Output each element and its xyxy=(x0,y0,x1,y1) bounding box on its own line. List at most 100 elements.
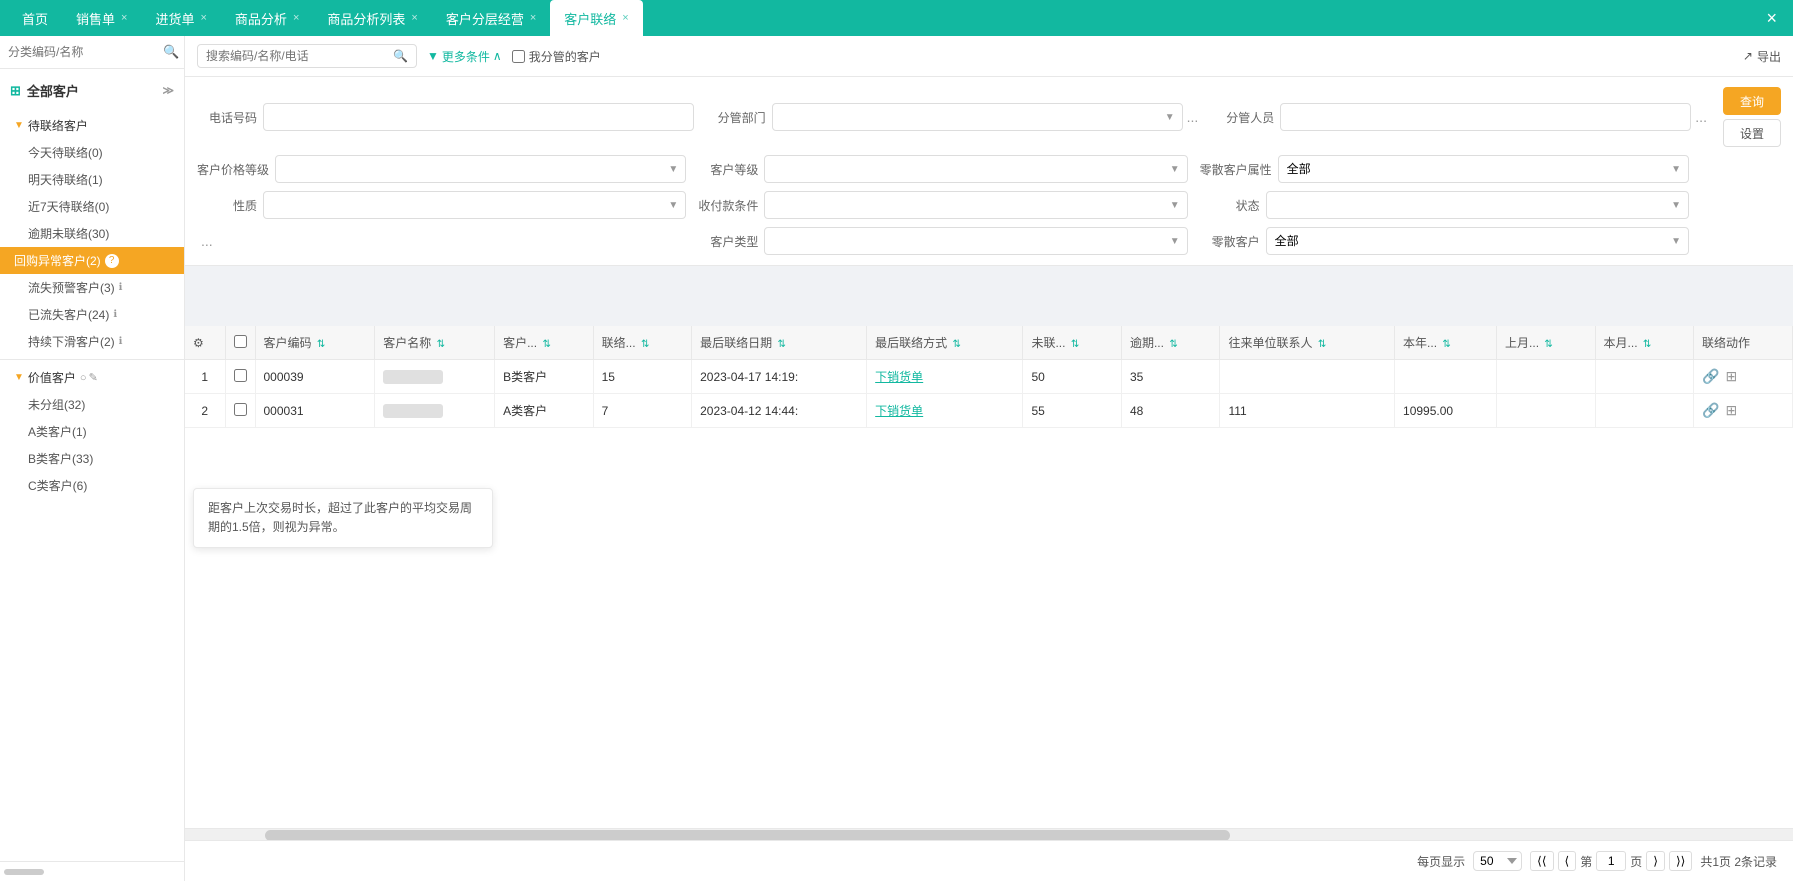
col-header-last-contact-method[interactable]: 最后联络方式 ⇅ xyxy=(867,326,1023,360)
nav-sales-order[interactable]: 销售单 × xyxy=(62,0,141,36)
more-filter-button[interactable]: ▼ 更多条件 ∧ xyxy=(427,48,502,65)
col-header-code[interactable]: 客户编码 ⇅ xyxy=(255,326,375,360)
close-icon[interactable]: × xyxy=(530,12,536,24)
sidebar-item-ungroups[interactable]: 未分组(32) xyxy=(0,391,184,418)
close-icon[interactable]: × xyxy=(200,12,206,24)
filter-customer-grade-select[interactable] xyxy=(764,155,1187,183)
col-header-overdue[interactable]: 逾期... ⇅ xyxy=(1121,326,1220,360)
nav-customer-segmentation[interactable]: 客户分层经营 × xyxy=(432,0,550,36)
chevron-icon: ∧ xyxy=(493,49,502,63)
filter-scatter-attr-select[interactable]: 全部 xyxy=(1278,155,1689,183)
settings-col-header[interactable]: ⚙ xyxy=(185,326,225,360)
filter-nature-select[interactable] xyxy=(263,191,686,219)
filter-status-select[interactable] xyxy=(1266,191,1689,219)
first-page-button[interactable]: ⟨⟨ xyxy=(1530,851,1553,871)
row-last-month xyxy=(1497,394,1596,428)
my-customers-filter[interactable]: 我分管的客户 xyxy=(512,48,601,65)
filter-manager: 分管人员 ... xyxy=(1214,103,1711,131)
nav-purchase-order[interactable]: 进货单 × xyxy=(141,0,220,36)
next-page-button[interactable]: ⟩ xyxy=(1646,851,1665,871)
row-select-checkbox[interactable] xyxy=(234,403,247,416)
prev-page-button[interactable]: ⟨ xyxy=(1558,851,1577,871)
export-button[interactable]: ↗ 导出 xyxy=(1743,48,1781,65)
sidebar-item-overdue-contact[interactable]: 逾期未联络(30) xyxy=(0,220,184,247)
sidebar-item-churned[interactable]: 已流失客户(24) ℹ xyxy=(0,301,184,328)
filter-manager-input[interactable] xyxy=(1280,103,1691,131)
setting-button[interactable]: 设置 xyxy=(1723,119,1781,147)
action-grid-icon[interactable]: ⊞ xyxy=(1725,402,1737,419)
my-customers-checkbox[interactable] xyxy=(512,50,525,63)
col-header-year-amount[interactable]: 本年... ⇅ xyxy=(1395,326,1497,360)
col-header-last-contact-date[interactable]: 最后联络日期 ⇅ xyxy=(692,326,867,360)
filter-payment-select[interactable] xyxy=(764,191,1187,219)
filter-scatter-customer-select[interactable]: 全部 xyxy=(1266,227,1689,255)
page-number-input[interactable] xyxy=(1596,851,1626,871)
query-button[interactable]: 查询 xyxy=(1723,87,1781,115)
action-icons: 🔗 ⊞ xyxy=(1702,402,1784,419)
nav-home[interactable]: 首页 xyxy=(8,0,62,36)
row-contact-count: 15 xyxy=(593,360,692,394)
close-icon[interactable]: × xyxy=(622,12,628,24)
page-text: 第 xyxy=(1580,853,1592,870)
horizontal-scrollbar[interactable] xyxy=(185,828,1793,840)
row-this-month xyxy=(1595,394,1694,428)
sidebar-item-today-contact[interactable]: 今天待联络(0) xyxy=(0,139,184,166)
sort-icon: ⇅ xyxy=(1318,339,1326,350)
filter-customer-type-select[interactable] xyxy=(764,227,1187,255)
last-page-button[interactable]: ⟩⟩ xyxy=(1669,851,1692,871)
sidebar-item-b-class[interactable]: B类客户(33) xyxy=(0,445,184,472)
row-overdue: 48 xyxy=(1121,394,1220,428)
row-no: 1 xyxy=(185,360,225,394)
close-icon[interactable]: × xyxy=(121,12,127,24)
search-input[interactable] xyxy=(206,49,389,63)
sidebar-item-abnormal-repurchase[interactable]: 回购异常客户(2) ? xyxy=(0,247,184,274)
row4-dots[interactable]: ... xyxy=(197,233,217,249)
row-actions: 🔗 ⊞ xyxy=(1694,394,1793,428)
action-link-icon[interactable]: 🔗 xyxy=(1702,402,1719,419)
sidebar-group-pending-contact[interactable]: ▼ 待联络客户 xyxy=(0,112,184,139)
close-icon[interactable]: × xyxy=(411,12,417,24)
sidebar-search-input[interactable] xyxy=(8,45,163,59)
col-header-contact-count[interactable]: 联络... ⇅ xyxy=(593,326,692,360)
window-close-button[interactable]: × xyxy=(1758,8,1785,29)
action-link-icon[interactable]: 🔗 xyxy=(1702,368,1719,385)
page-size-select[interactable]: 50 10 20 100 xyxy=(1473,851,1522,871)
sidebar-item-churn-warning[interactable]: 流失预警客户(3) ℹ xyxy=(0,274,184,301)
manager-dots[interactable]: ... xyxy=(1691,109,1711,125)
sidebar-group-value-customer[interactable]: ▼ 价值客户 ○ ✎ xyxy=(0,364,184,391)
col-header-unlinkable[interactable]: 未联... ⇅ xyxy=(1023,326,1122,360)
action-grid-icon[interactable]: ⊞ xyxy=(1725,368,1737,385)
sort-icon: ⇅ xyxy=(317,339,325,350)
row-company-contact xyxy=(1220,360,1395,394)
sidebar-item-tomorrow-contact[interactable]: 明天待联络(1) xyxy=(0,166,184,193)
filter-customer-grade: 客户等级 ▼ xyxy=(698,155,1187,183)
sidebar-item-a-class[interactable]: A类客户(1) xyxy=(0,418,184,445)
info-icon-declining: ℹ xyxy=(119,336,123,347)
sidebar-search-icon[interactable]: 🔍 xyxy=(163,44,179,60)
sidebar-item-7day-contact[interactable]: 近7天待联络(0) xyxy=(0,193,184,220)
col-header-name[interactable]: 客户名称 ⇅ xyxy=(375,326,495,360)
sidebar-item-declining[interactable]: 持续下滑客户(2) ℹ xyxy=(0,328,184,355)
row-company-contact: 111 xyxy=(1220,394,1395,428)
filter-phone-input[interactable] xyxy=(263,103,694,131)
nav-product-analysis[interactable]: 商品分析 × xyxy=(221,0,313,36)
col-header-this-month[interactable]: 本月... ⇅ xyxy=(1595,326,1694,360)
col-header-type[interactable]: 客户... ⇅ xyxy=(495,326,594,360)
col-header-last-month[interactable]: 上月... ⇅ xyxy=(1497,326,1596,360)
search-icon[interactable]: 🔍 xyxy=(393,49,408,63)
sidebar-all-customers[interactable]: ⊞ 全部客户 ≫ xyxy=(0,75,184,106)
grid-icon: ⊞ xyxy=(10,83,21,99)
sort-icon: ⇅ xyxy=(1071,339,1079,350)
sidebar-item-c-class[interactable]: C类客户(6) xyxy=(0,472,184,499)
nav-customer-contact[interactable]: 客户联络 × xyxy=(550,0,642,36)
filter-price-grade-select[interactable] xyxy=(275,155,686,183)
col-header-company-contact[interactable]: 往来单位联系人 ⇅ xyxy=(1220,326,1395,360)
row-select-checkbox[interactable] xyxy=(234,369,247,382)
blurred-name xyxy=(383,370,443,384)
select-all-checkbox[interactable] xyxy=(234,335,247,348)
close-icon[interactable]: × xyxy=(293,12,299,24)
filter-dept-select[interactable] xyxy=(772,103,1183,131)
dept-dots[interactable]: ... xyxy=(1183,109,1203,125)
export-icon: ↗ xyxy=(1743,49,1753,63)
nav-product-analysis-list[interactable]: 商品分析列表 × xyxy=(313,0,431,36)
